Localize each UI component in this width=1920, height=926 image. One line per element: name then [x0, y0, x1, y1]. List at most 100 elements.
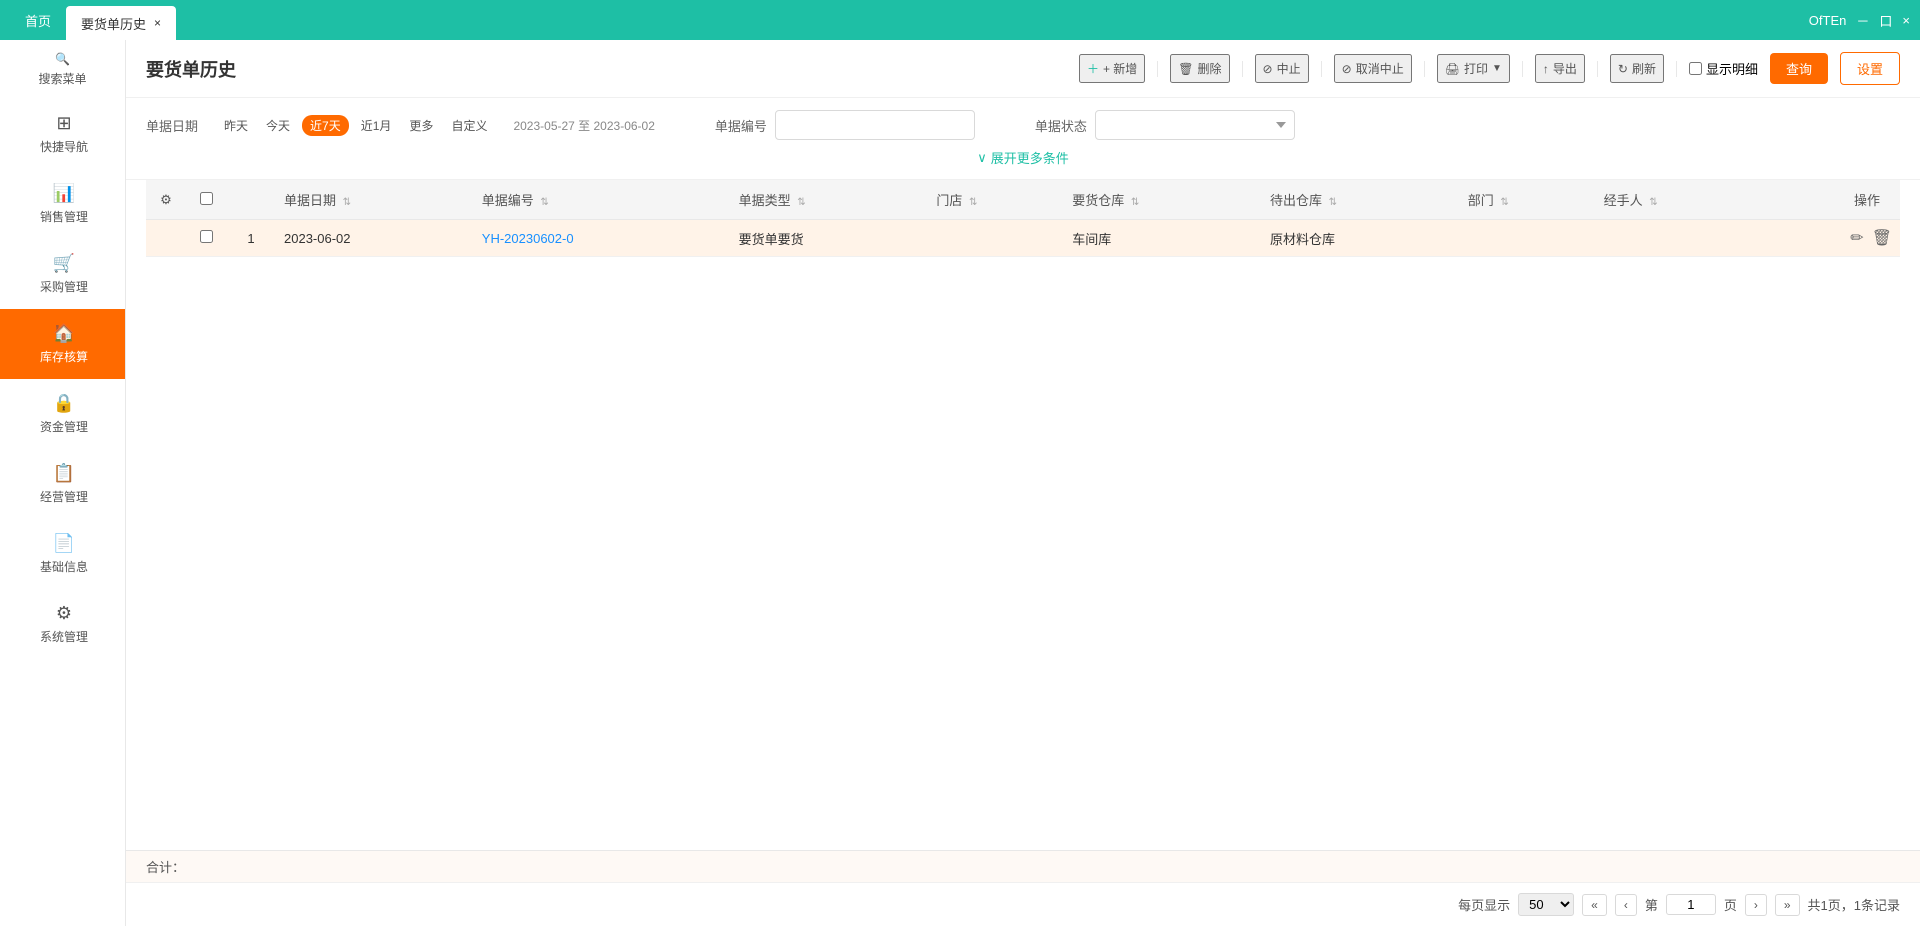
main-layout: 🔍 搜索菜单 ⊞ 快捷导航 📊 销售管理 🛒 采购管理 🏠 库存核算 🔒 资金管…	[0, 40, 1920, 926]
cancel-stop-button[interactable]: ⊘ 取消中止	[1334, 54, 1412, 83]
sidebar-item-basic[interactable]: 📄 基础信息	[0, 519, 125, 589]
sidebar-label-quick-nav: 快捷导航	[40, 138, 88, 155]
display-detail-checkbox[interactable]	[1689, 62, 1702, 75]
window-close-icon[interactable]: ×	[1902, 13, 1910, 28]
minimize-icon[interactable]: －	[1856, 11, 1869, 30]
table-header-row: ⚙ 单据日期 ⇅ 单据编号 ⇅	[146, 180, 1900, 220]
home-tab[interactable]: 首页	[10, 0, 66, 40]
sort-pending-warehouse-icon: ⇅	[1329, 197, 1337, 208]
refresh-button[interactable]: ↻ 刷新	[1610, 54, 1664, 83]
export-icon: ↑	[1543, 62, 1549, 76]
divider2	[1242, 61, 1243, 77]
divider1	[1157, 61, 1158, 77]
date-btn-1month[interactable]: 近1月	[355, 115, 398, 136]
divider4	[1424, 61, 1425, 77]
th-handler[interactable]: 经手人 ⇅	[1596, 180, 1763, 220]
edit-icon[interactable]: ✏	[1850, 228, 1863, 248]
divider5	[1522, 61, 1523, 77]
row-pending-warehouse: 原材料仓库	[1262, 220, 1460, 257]
th-req-warehouse[interactable]: 要货仓库 ⇅	[1064, 180, 1262, 220]
pagination-bar: 每页显示 50 100 « ‹ 第 页 › » 共1页，1条记录	[126, 882, 1920, 926]
row-req-warehouse: 车间库	[1064, 220, 1262, 257]
doc-status-select[interactable]	[1095, 110, 1295, 140]
row-checkbox[interactable]	[186, 220, 226, 257]
doc-number-input[interactable]	[775, 110, 975, 140]
date-btn-more[interactable]: 更多	[403, 115, 439, 136]
query-button[interactable]: 查询	[1770, 53, 1828, 84]
th-settings[interactable]: ⚙	[146, 180, 186, 220]
cancel-stop-label: 取消中止	[1356, 60, 1404, 77]
first-page-btn[interactable]: «	[1582, 894, 1607, 916]
next-page-btn[interactable]: ›	[1745, 894, 1767, 916]
stop-icon: ⊘	[1263, 62, 1273, 76]
print-chevron-icon: ▼	[1492, 63, 1502, 74]
date-btn-7days[interactable]: 近7天	[302, 115, 349, 136]
action-icons: ✏ 🗑	[1770, 228, 1892, 248]
sidebar-item-purchase[interactable]: 🛒 采购管理	[0, 239, 125, 309]
refresh-icon: ↻	[1618, 62, 1628, 76]
display-detail-toggle[interactable]: 显示明细	[1689, 59, 1758, 78]
sidebar-label-purchase: 采购管理	[40, 278, 88, 295]
sidebar-item-quick-nav[interactable]: ⊞ 快捷导航	[0, 99, 125, 169]
select-all-checkbox[interactable]	[200, 192, 213, 205]
date-btn-yesterday[interactable]: 昨天	[218, 115, 254, 136]
expand-more-btn[interactable]: ∨ 展开更多条件	[146, 148, 1900, 167]
sidebar-search[interactable]: 🔍 搜索菜单	[0, 40, 125, 99]
row-settings	[146, 220, 186, 257]
row-action: ✏ 🗑	[1762, 220, 1900, 257]
sort-dept-icon: ⇅	[1500, 197, 1508, 208]
expand-chevron-icon: ∨	[977, 150, 987, 166]
row-num: 1	[226, 220, 276, 257]
th-pending-warehouse[interactable]: 待出仓库 ⇅	[1262, 180, 1460, 220]
sidebar-label-inventory: 库存核算	[40, 348, 88, 365]
th-doc-date[interactable]: 单据日期 ⇅	[276, 180, 474, 220]
sidebar-item-finance[interactable]: 🔒 资金管理	[0, 379, 125, 449]
page-suffix-label: 页	[1724, 895, 1737, 914]
maximize-icon[interactable]: 口	[1879, 11, 1892, 30]
sort-store-icon: ⇅	[969, 197, 977, 208]
close-tab-icon[interactable]: ×	[154, 16, 161, 30]
export-label: 导出	[1553, 60, 1577, 77]
basic-icon: 📄	[53, 533, 75, 554]
row-store	[928, 220, 1064, 257]
sidebar-item-sales[interactable]: 📊 销售管理	[0, 169, 125, 239]
delete-button[interactable]: 🗑 删除	[1170, 54, 1229, 83]
table-row: 1 2023-06-02 YH-20230602-0 要货单要货 车间库 原材料…	[146, 220, 1900, 257]
th-dept[interactable]: 部门 ⇅	[1460, 180, 1596, 220]
delete-row-icon[interactable]: 🗑	[1872, 228, 1892, 248]
export-button[interactable]: ↑ 导出	[1535, 54, 1585, 83]
page-title: 要货单历史	[146, 56, 1079, 82]
sales-icon: 📊	[53, 183, 75, 204]
row-select-checkbox[interactable]	[200, 230, 213, 243]
sidebar-item-inventory[interactable]: 🏠 库存核算	[0, 309, 125, 379]
search-label: 搜索菜单	[38, 70, 86, 87]
sidebar-label-sales: 销售管理	[40, 208, 88, 225]
stop-button[interactable]: ⊘ 中止	[1255, 54, 1309, 83]
sidebar: 🔍 搜索菜单 ⊞ 快捷导航 📊 销售管理 🛒 采购管理 🏠 库存核算 🔒 资金管…	[0, 40, 126, 926]
active-tab[interactable]: 要货单历史 ×	[66, 6, 176, 40]
delete-label: 删除	[1198, 60, 1222, 77]
date-btn-custom[interactable]: 自定义	[445, 115, 493, 136]
th-store[interactable]: 门店 ⇅	[928, 180, 1064, 220]
prev-page-btn[interactable]: ‹	[1615, 894, 1637, 916]
per-page-label: 每页显示	[1458, 895, 1510, 914]
th-doc-number[interactable]: 单据编号 ⇅	[474, 180, 731, 220]
page-number-input[interactable]	[1666, 894, 1716, 915]
doc-status-group: 单据状态	[1035, 110, 1295, 140]
toolbar: ＋ + 新增 🗑 删除 ⊘ 中止 ⊘ 取消中止	[1079, 52, 1900, 85]
settings-button[interactable]: 设置	[1840, 52, 1900, 85]
th-checkbox[interactable]	[186, 180, 226, 220]
new-button[interactable]: ＋ + 新增	[1079, 54, 1145, 83]
doc-number-link[interactable]: YH-20230602-0	[482, 231, 574, 246]
date-btn-today[interactable]: 今天	[260, 115, 296, 136]
th-action: 操作	[1762, 180, 1900, 220]
page-summary: 共1页，1条记录	[1808, 895, 1900, 914]
sidebar-item-operation[interactable]: 📋 经营管理	[0, 449, 125, 519]
last-page-btn[interactable]: »	[1775, 894, 1800, 916]
per-page-select[interactable]: 50 100	[1518, 893, 1574, 916]
th-doc-type[interactable]: 单据类型 ⇅	[731, 180, 929, 220]
sidebar-item-system[interactable]: ⚙ 系统管理	[0, 589, 125, 659]
purchase-icon: 🛒	[53, 253, 75, 274]
print-button[interactable]: 🖨 打印 ▼	[1437, 54, 1510, 83]
row-dept	[1460, 220, 1596, 257]
